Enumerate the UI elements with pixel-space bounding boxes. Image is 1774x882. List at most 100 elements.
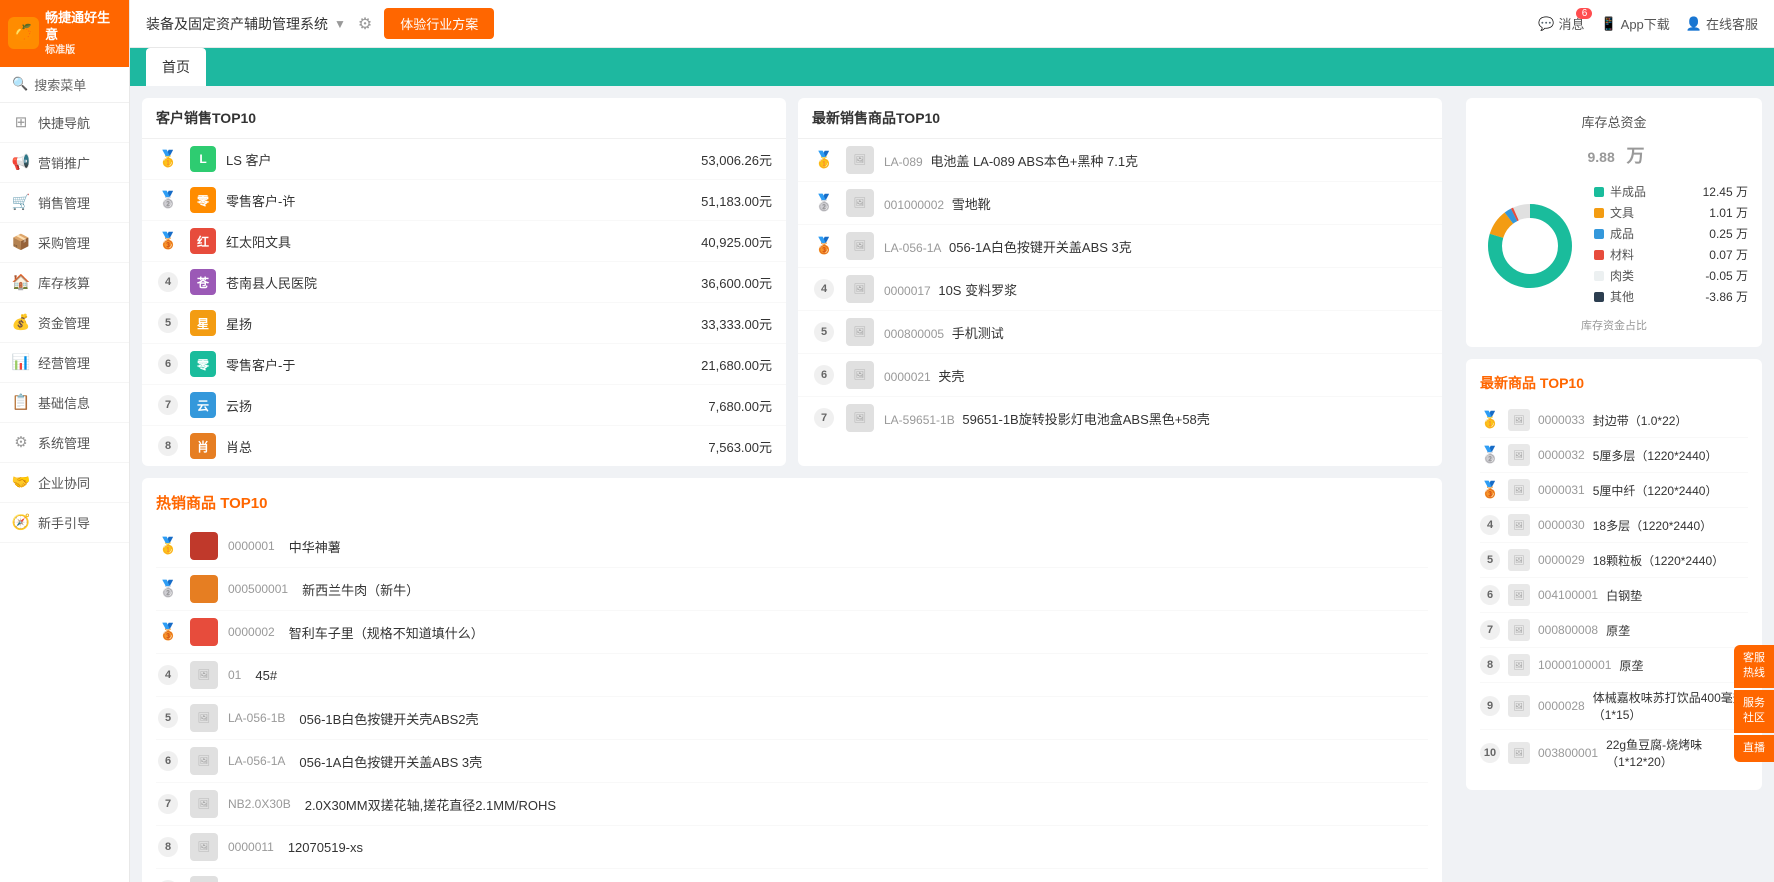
rank-num: 7 <box>814 408 834 428</box>
avatar: 红 <box>190 228 216 254</box>
list-item: 5 🖼 0000029 18颗粒板（1220*2440） <box>1480 543 1748 578</box>
list-item: 6 🖼 LA-056-1A 056-1A白色按键开关盖ABS 3壳 <box>156 740 1428 783</box>
sidebar-item-finance[interactable]: 💰资金管理 <box>0 303 129 343</box>
product-name: 12070519-xs <box>288 840 1428 855</box>
newest-title-sub: TOP10 <box>1540 375 1584 391</box>
newest-code: 003800001 <box>1538 746 1598 760</box>
table-row: 🥉 红 红太阳文具 40,925.00元 <box>142 221 786 262</box>
product-placeholder-icon: 🖼 <box>854 370 867 381</box>
top-row: 客户销售TOP10 🥇 L LS 客户 53,006.26元 🥈 零 零售客户-… <box>142 98 1442 466</box>
legend-color <box>1594 208 1604 218</box>
float-panel: 客服热线服务社区直播 <box>1734 645 1774 762</box>
product-thumb: 🖼 <box>846 361 874 389</box>
list-item: 9 🖼 0000028 体械嘉枚味苏打饮品400毫升（1*15） <box>1480 683 1748 730</box>
search-menu[interactable]: 🔍 搜索菜单 <box>0 67 129 103</box>
product-code: 0000011 <box>228 840 274 854</box>
customer-amount: 7,680.00元 <box>708 396 772 415</box>
system-icon: ⚙ <box>12 433 30 451</box>
customer-table: 🥇 L LS 客户 53,006.26元 🥈 零 零售客户-许 51,183.0… <box>142 139 786 466</box>
customer-name: 红太阳文具 <box>226 232 691 251</box>
sidebar-item-guide[interactable]: 🧭新手引导 <box>0 503 129 543</box>
stock-summary-card: 库存总资金 9.88 万 半成品 <box>1466 98 1762 347</box>
silver-medal-icon: 🥈 <box>814 193 834 213</box>
newest-code: 004100001 <box>1538 588 1598 602</box>
newest-thumb: 🖼 <box>1508 549 1530 571</box>
product-name: 智利车子里（规格不知道填什么） <box>289 623 1428 642</box>
newest-name: 22g鱼豆腐-烧烤味（1*12*20） <box>1606 736 1748 770</box>
customer-top10-card: 客户销售TOP10 🥇 L LS 客户 53,006.26元 🥈 零 零售客户-… <box>142 98 786 466</box>
sidebar-item-base[interactable]: 📋基础信息 <box>0 383 129 423</box>
table-row: 🥇 🖼 LA-089 电池盖 LA-089 ABS本色+黑种 7.1克 <box>798 139 1442 182</box>
silver-medal-icon: 🥈 <box>1480 447 1500 464</box>
online-service-btn[interactable]: 👤 在线客服 <box>1686 14 1758 33</box>
sidebar-item-sales[interactable]: 🛒销售管理 <box>0 183 129 223</box>
table-row: 🥈 零 零售客户-许 51,183.00元 <box>142 180 786 221</box>
experience-btn[interactable]: 体验行业方案 <box>384 8 494 39</box>
operation-icon: 📊 <box>12 353 30 371</box>
product-name: 新西兰牛肉（新牛） <box>302 580 1428 599</box>
rank: 6 <box>1480 585 1500 605</box>
sidebar-item-corp[interactable]: 🤝企业协同 <box>0 463 129 503</box>
sidebar-item-quick-nav[interactable]: ⊞快捷导航 <box>0 103 129 143</box>
product-name: 中华神薯 <box>289 537 1428 556</box>
newest-thumb: 🖼 <box>1508 619 1530 641</box>
app-subtitle: 标准版 <box>45 44 121 57</box>
rank-num: 7 <box>1480 620 1500 640</box>
legend-value: 1.01 万 <box>1709 204 1748 221</box>
product-thumb: 🖼 <box>190 790 218 818</box>
product-thumb: 🖼 <box>846 146 874 174</box>
gold-medal-icon: 🥇 <box>158 149 178 169</box>
float-btn[interactable]: 直播 <box>1734 735 1774 762</box>
newest-code: 0000031 <box>1538 483 1585 497</box>
product-code: 0000021 <box>884 370 931 384</box>
mid-products-card: 最新销售商品TOP10 🥇 🖼 LA-089 电池盖 LA-089 ABS本色+… <box>798 98 1442 466</box>
product-name: 电池盖 LA-089 ABS本色+黑种 7.1克 <box>930 154 1138 169</box>
search-icon: 🔍 <box>12 76 28 92</box>
top-header: 装备及固定资产辅助管理系统 ▼ ⚙ 体验行业方案 💬 消息 6 📱 App下载 … <box>130 0 1774 48</box>
legend-value: -0.05 万 <box>1705 267 1748 284</box>
list-item: 8 🖼 0000011 12070519-xs <box>156 826 1428 869</box>
product-code: 0000017 <box>884 284 931 298</box>
tab-home[interactable]: 首页 <box>146 48 206 86</box>
sidebar: 🍊 畅捷通好生意 标准版 🔍 搜索菜单 ⊞快捷导航📢营销推广🛒销售管理📦采购管理… <box>0 0 130 882</box>
float-btn[interactable]: 客服热线 <box>1734 645 1774 688</box>
customer-amount: 7,563.00元 <box>708 437 772 456</box>
avatar: 苍 <box>190 269 216 295</box>
finance-icon: 💰 <box>12 313 30 331</box>
rank-num: 5 <box>158 708 178 728</box>
product-placeholder-icon: 🖼 <box>854 327 867 338</box>
message-btn[interactable]: 💬 消息 6 <box>1538 14 1584 33</box>
customer-top10-header: 客户销售TOP10 <box>142 98 786 139</box>
sidebar-item-operation[interactable]: 📊经营管理 <box>0 343 129 383</box>
rank-num: 8 <box>158 436 178 456</box>
newest-name: 体械嘉枚味苏打饮品400毫升（1*15） <box>1593 689 1748 723</box>
nav-tabs: 首页 <box>130 48 1774 86</box>
table-row: 7 云 云扬 7,680.00元 <box>142 385 786 426</box>
app-download-btn[interactable]: 📱 App下载 <box>1600 14 1669 33</box>
stock-caption: 库存资金占比 <box>1480 317 1748 333</box>
product-placeholder-icon: 🖼 <box>854 284 867 295</box>
avatar: 零 <box>190 351 216 377</box>
logo-icon: 🍊 <box>8 17 39 49</box>
sidebar-item-purchase[interactable]: 📦采购管理 <box>0 223 129 263</box>
settings-icon[interactable]: ⚙ <box>358 14 372 34</box>
newest-thumb: 🖼 <box>1508 654 1530 676</box>
header-right: 💬 消息 6 📱 App下载 👤 在线客服 <box>1538 14 1758 33</box>
chevron-icon: ▼ <box>334 17 346 31</box>
rank: 8 <box>1480 655 1500 675</box>
newest-products-title: 最新商品 TOP10 <box>1480 373 1748 393</box>
sidebar-item-marketing[interactable]: 📢营销推广 <box>0 143 129 183</box>
sidebar-item-system[interactable]: ⚙系统管理 <box>0 423 129 463</box>
product-thumb: 🖼 <box>846 404 874 432</box>
avatar: 云 <box>190 392 216 418</box>
product-thumb: 🖼 <box>190 747 218 775</box>
legend-color <box>1594 187 1604 197</box>
product-code: 000800005 <box>884 327 944 341</box>
product-image <box>190 575 218 603</box>
float-btn[interactable]: 服务社区 <box>1734 690 1774 733</box>
sidebar-item-stock[interactable]: 🏠库存核算 <box>0 263 129 303</box>
product-name: 59651-1B旋转投影灯电池盒ABS黑色+58壳 <box>962 412 1209 427</box>
product-code: 000500001 <box>228 582 288 596</box>
customer-name: 云扬 <box>226 396 698 415</box>
rank-num: 5 <box>158 313 178 333</box>
